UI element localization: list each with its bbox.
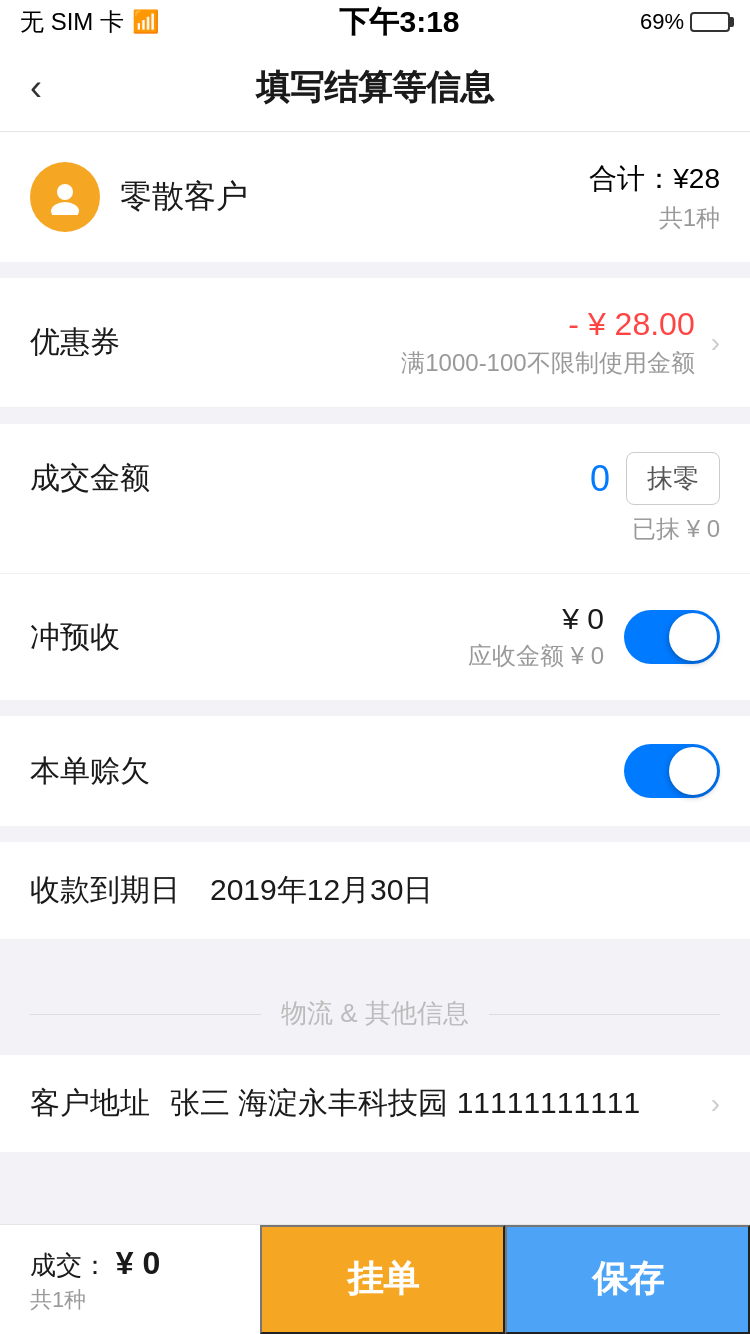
prepay-sub-value: 应收金额 ¥ 0 <box>468 640 604 672</box>
section-divider <box>0 956 750 972</box>
coupon-discount: - ¥ 28.00 <box>401 306 694 343</box>
coupon-right: - ¥ 28.00 满1000-100不限制使用金额 › <box>401 306 720 379</box>
prepay-right: ¥ 0 应收金额 ¥ 0 <box>468 602 720 672</box>
coupon-desc: 满1000-100不限制使用金额 <box>401 347 694 379</box>
address-chevron-icon: › <box>711 1088 720 1120</box>
coupon-section: 优惠券 - ¥ 28.00 满1000-100不限制使用金额 › <box>0 278 750 408</box>
coupon-label: 优惠券 <box>30 322 120 363</box>
deal-input-area: 0 抹零 <box>550 452 720 505</box>
credit-label: 本单赊欠 <box>30 751 150 792</box>
carrier-text: 无 SIM 卡 <box>20 6 124 38</box>
hold-button[interactable]: 挂单 <box>260 1225 505 1334</box>
deal-amount-row: 成交金额 0 抹零 已抹 ¥ 0 <box>0 424 750 574</box>
deal-sub-text: 已抹 ¥ 0 <box>30 513 720 545</box>
svg-point-0 <box>57 184 73 200</box>
bottom-deal-value: ¥ 0 <box>116 1245 160 1281</box>
bottom-bar: 成交： ¥ 0 共1种 挂单 保存 <box>0 1224 750 1334</box>
save-button[interactable]: 保存 <box>505 1225 750 1334</box>
prepay-toggle[interactable] <box>624 610 720 664</box>
page-title: 填写结算等信息 <box>256 65 494 111</box>
main-content: 零散客户 合计：¥28 共1种 优惠券 - ¥ 28.00 满1000-100不… <box>0 132 750 1288</box>
status-left: 无 SIM 卡 📶 <box>20 6 159 38</box>
wifi-icon: 📶 <box>132 9 159 35</box>
bottom-info: 成交： ¥ 0 共1种 <box>0 1245 260 1315</box>
credit-toggle-knob <box>669 747 717 795</box>
round-button[interactable]: 抹零 <box>626 452 720 505</box>
battery-percent: 69% <box>640 9 684 35</box>
toggle-knob <box>669 613 717 661</box>
status-bar: 无 SIM 卡 📶 下午3:18 69% <box>0 0 750 44</box>
due-date-row[interactable]: 收款到期日 2019年12月30日 <box>0 842 750 940</box>
customer-avatar <box>30 162 100 232</box>
address-value: 张三 海淀永丰科技园 11111111111 <box>170 1083 640 1124</box>
credit-toggle[interactable] <box>624 744 720 798</box>
address-label: 客户地址 <box>30 1083 150 1124</box>
due-date-label: 收款到期日 <box>30 870 180 911</box>
customer-total-area: 合计：¥28 共1种 <box>589 160 720 234</box>
status-time: 下午3:18 <box>339 2 459 43</box>
address-section: 客户地址 张三 海淀永丰科技园 11111111111 › <box>0 1055 750 1152</box>
prepay-label: 冲预收 <box>30 617 120 658</box>
customer-name: 零散客户 <box>120 175 248 219</box>
address-row[interactable]: 客户地址 张三 海淀永丰科技园 11111111111 › <box>0 1055 750 1152</box>
customer-total: 合计：¥28 <box>589 160 720 198</box>
coupon-chevron-icon: › <box>711 327 720 359</box>
prepay-top-row: 冲预收 ¥ 0 应收金额 ¥ 0 <box>30 602 720 672</box>
logistics-label-wrap: 物流 & 其他信息 <box>261 996 489 1031</box>
due-date-section: 收款到期日 2019年12月30日 <box>0 842 750 940</box>
due-date-value: 2019年12月30日 <box>210 870 433 911</box>
logistics-header: 物流 & 其他信息 <box>0 972 750 1055</box>
prepay-values: ¥ 0 应收金额 ¥ 0 <box>468 602 604 672</box>
deal-section: 成交金额 0 抹零 已抹 ¥ 0 冲预收 ¥ 0 应收金额 ¥ 0 <box>0 424 750 700</box>
bottom-deal-label: 成交： <box>30 1250 108 1280</box>
status-right: 69% <box>640 9 730 35</box>
svg-point-1 <box>51 202 79 215</box>
coupon-values: - ¥ 28.00 满1000-100不限制使用金额 <box>401 306 694 379</box>
logistics-title: 物流 & 其他信息 <box>281 998 469 1028</box>
customer-row: 零散客户 合计：¥28 共1种 <box>0 132 750 262</box>
nav-bar: ‹ 填写结算等信息 <box>0 44 750 132</box>
back-button[interactable]: ‹ <box>30 67 42 109</box>
deal-amount-label: 成交金额 <box>30 458 150 499</box>
battery-icon <box>690 12 730 32</box>
prepay-row: 冲预收 ¥ 0 应收金额 ¥ 0 <box>0 574 750 700</box>
bottom-deal-row: 成交： ¥ 0 <box>30 1245 230 1283</box>
prepay-main-value: ¥ 0 <box>468 602 604 636</box>
deal-amount-value[interactable]: 0 <box>550 458 610 500</box>
deal-top-row: 成交金额 0 抹零 <box>30 452 720 505</box>
bottom-count: 共1种 <box>30 1285 230 1315</box>
customer-info: 零散客户 <box>30 162 248 232</box>
credit-section: 本单赊欠 <box>0 716 750 826</box>
coupon-row[interactable]: 优惠券 - ¥ 28.00 满1000-100不限制使用金额 › <box>0 278 750 408</box>
customer-count: 共1种 <box>589 202 720 234</box>
address-left: 客户地址 张三 海淀永丰科技园 11111111111 <box>30 1083 640 1124</box>
